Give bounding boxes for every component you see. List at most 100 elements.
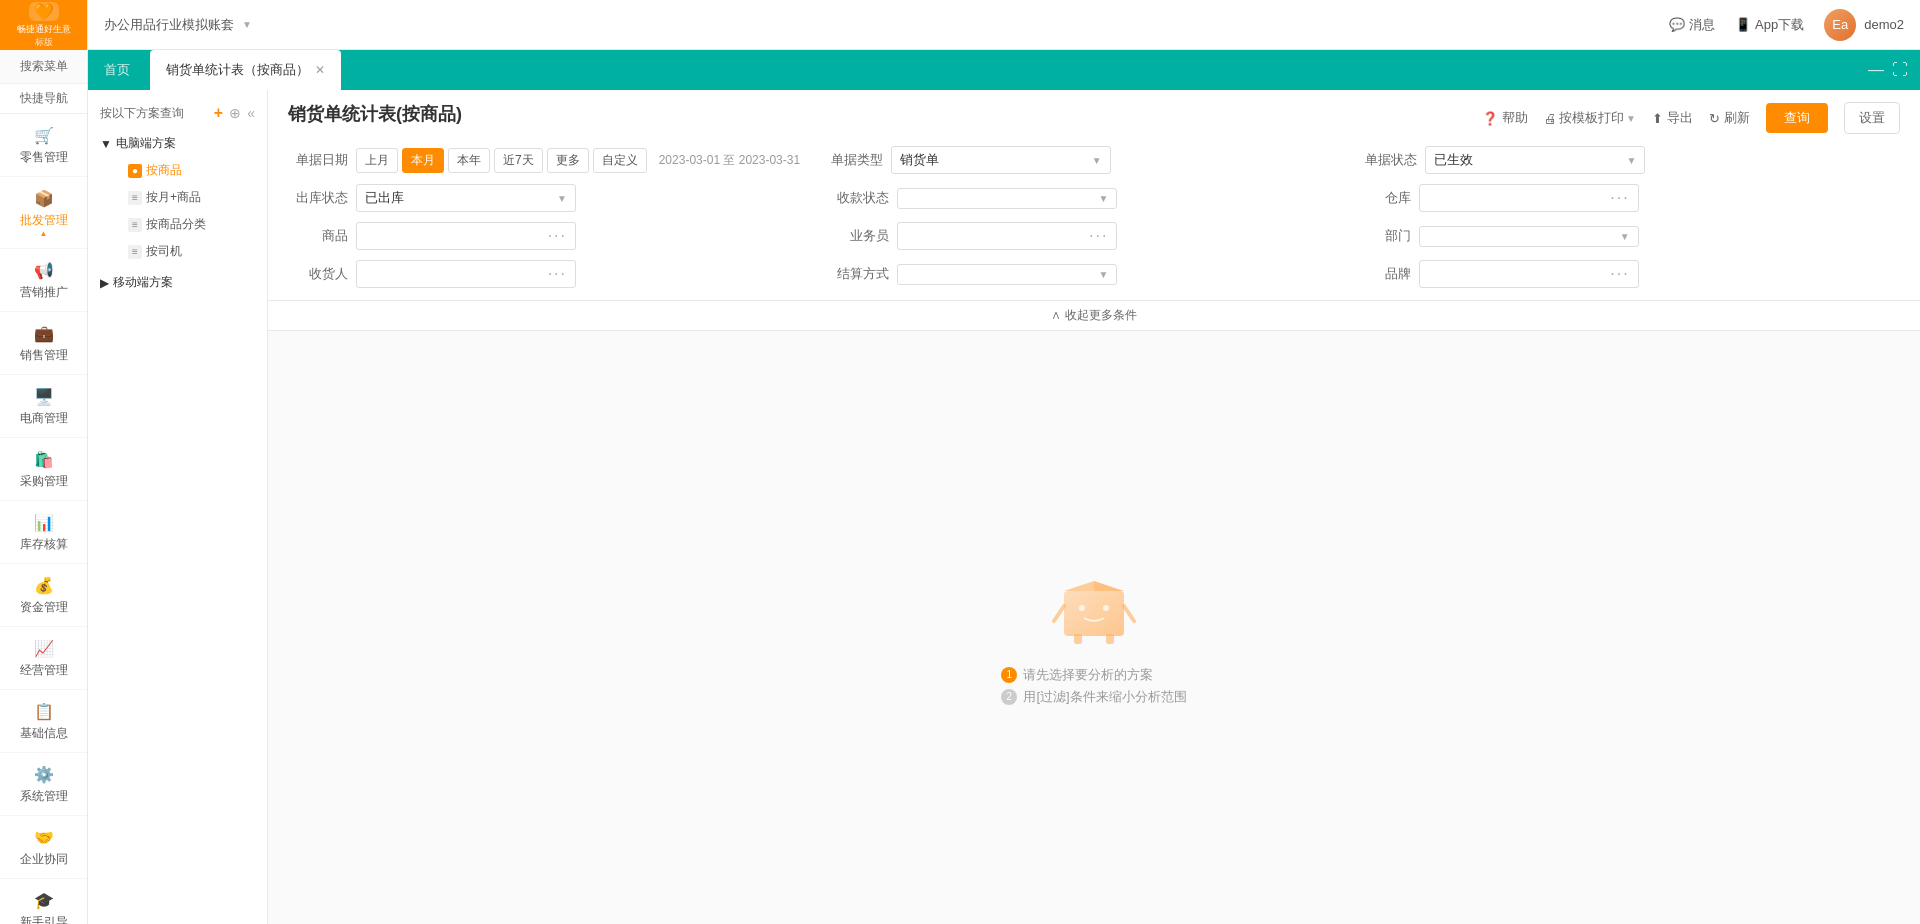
- enterprise-label: 企业协同: [20, 851, 68, 868]
- app-download-btn[interactable]: 📱 App下载: [1735, 16, 1804, 34]
- refresh-label: 刷新: [1724, 109, 1750, 127]
- product-dots-icon[interactable]: ···: [548, 227, 567, 245]
- collapse-panel-btn[interactable]: «: [247, 105, 255, 121]
- salesperson-dots-icon[interactable]: ···: [1089, 227, 1108, 245]
- warehouse-status-label: 出库状态: [288, 189, 356, 207]
- sidebar-item-newbie[interactable]: 🎓 新手引导: [0, 879, 87, 924]
- doc-status-arrow-icon: ▼: [1626, 155, 1636, 166]
- avatar: Ea: [1824, 9, 1856, 41]
- export-btn[interactable]: ⬆ 导出: [1652, 109, 1693, 127]
- by-cashier-label: 按司机: [146, 243, 182, 260]
- tree-child-by-category[interactable]: ≡ 按商品分类: [100, 211, 267, 238]
- tree-pc-parent[interactable]: ▼ 电脑端方案: [88, 130, 267, 157]
- help-btn[interactable]: ❓ 帮助: [1482, 109, 1528, 127]
- inventory-label: 库存核算: [20, 536, 68, 553]
- date-btn-more[interactable]: 更多: [547, 148, 589, 173]
- date-btn-7days[interactable]: 近7天: [494, 148, 543, 173]
- doc-type-label: 单据类型: [831, 151, 891, 169]
- sidebar-item-retail[interactable]: 🛒 零售管理: [0, 114, 87, 177]
- sidebar-item-wholesale[interactable]: 📦 批发管理 ▲: [0, 177, 87, 249]
- product-input[interactable]: ···: [356, 222, 576, 250]
- tab-maximize-icon[interactable]: ⛶: [1892, 61, 1908, 79]
- sidebar-quick-nav[interactable]: 快捷导航: [0, 84, 87, 114]
- add-scheme-btn[interactable]: +: [214, 104, 223, 122]
- export-icon: ⬆: [1652, 111, 1663, 126]
- tree-child-by-cashier[interactable]: ≡ 按司机: [100, 238, 267, 265]
- tab-home[interactable]: 首页: [88, 50, 146, 90]
- message-btn[interactable]: 💬 消息: [1669, 16, 1715, 34]
- template-print-arrow[interactable]: ▼: [1626, 113, 1636, 124]
- page-header-wrapper: 销货单统计表(按商品) ❓ 帮助 🖨 按模板打印 ▼ ⬆ 导出: [268, 90, 1920, 134]
- dept-arrow-icon: ▼: [1620, 231, 1630, 242]
- enterprise-icon: 🤝: [33, 826, 55, 848]
- warehouse-dots-icon[interactable]: ···: [1610, 189, 1629, 207]
- date-btn-this-month[interactable]: 本月: [402, 148, 444, 173]
- doc-status-value: 已生效: [1434, 151, 1622, 169]
- sidebar-item-sales[interactable]: 💼 销售管理: [0, 312, 87, 375]
- sidebar-item-enterprise[interactable]: 🤝 企业协同: [0, 816, 87, 879]
- salesperson-input[interactable]: ···: [897, 222, 1117, 250]
- sidebar-item-system[interactable]: ⚙️ 系统管理: [0, 753, 87, 816]
- main-area: 办公用品行业模拟账套 ▼ 💬 消息 📱 App下载 Ea demo2 首页: [88, 0, 1920, 924]
- product-label: 商品: [288, 227, 356, 245]
- date-range-display: 2023-03-01 至 2023-03-31: [659, 152, 800, 169]
- sidebar-item-operation[interactable]: 📈 经营管理: [0, 627, 87, 690]
- tab-close-icon[interactable]: ✕: [315, 63, 325, 77]
- template-print-btn[interactable]: 🖨 按模板打印 ▼: [1544, 109, 1636, 127]
- tree-mobile-parent[interactable]: ▶ 移动端方案: [88, 269, 267, 296]
- inventory-icon: 📊: [33, 511, 55, 533]
- query-button[interactable]: 查询: [1766, 103, 1828, 133]
- doc-status-label: 单据状态: [1365, 151, 1425, 169]
- retail-icon: 🛒: [33, 124, 55, 146]
- sidebar-item-ecommerce[interactable]: 🖥️ 电商管理: [0, 375, 87, 438]
- marketing-label: 营销推广: [20, 284, 68, 301]
- template-print-label: 按模板打印: [1559, 109, 1624, 127]
- date-filter-control: 上月 本月 本年 近7天 更多 自定义 2023-03-01 至 2023-03…: [356, 148, 831, 173]
- brand-input[interactable]: ···: [1419, 260, 1639, 288]
- sidebar-item-basic[interactable]: 📋 基础信息: [0, 690, 87, 753]
- newbie-label: 新手引导: [20, 914, 68, 924]
- warehouse-input[interactable]: ···: [1419, 184, 1639, 212]
- retail-label: 零售管理: [20, 149, 68, 166]
- date-btn-last-month[interactable]: 上月: [356, 148, 398, 173]
- settlement-label: 结算方式: [837, 265, 897, 283]
- tab-report[interactable]: 销货单统计表（按商品） ✕: [150, 50, 341, 90]
- brand-dots-icon[interactable]: ···: [1610, 265, 1629, 283]
- sales-label: 销售管理: [20, 347, 68, 364]
- doc-status-select[interactable]: 已生效 ▼: [1425, 146, 1645, 174]
- warehouse-status-select[interactable]: 已出库 ▼: [356, 184, 576, 212]
- refresh-btn[interactable]: ↻ 刷新: [1709, 109, 1750, 127]
- sidebar-item-purchase[interactable]: 🛍️ 采购管理: [0, 438, 87, 501]
- date-btn-this-year[interactable]: 本年: [448, 148, 490, 173]
- sidebar-item-finance[interactable]: 💰 资金管理: [0, 564, 87, 627]
- date-label: 单据日期: [288, 151, 356, 169]
- sidebar-item-inventory[interactable]: 📊 库存核算: [0, 501, 87, 564]
- user-name: demo2: [1864, 17, 1904, 32]
- date-btn-custom[interactable]: 自定义: [593, 148, 647, 173]
- edit-scheme-btn[interactable]: ⊕: [229, 105, 241, 121]
- doc-type-select[interactable]: 销货单 ▼: [891, 146, 1111, 174]
- tree-child-by-month-product[interactable]: ≡ 按月+商品: [100, 184, 267, 211]
- tree-child-by-product[interactable]: ● 按商品: [100, 157, 267, 184]
- collapse-bar[interactable]: ∧ 收起更多条件: [268, 301, 1920, 331]
- receipt-status-select[interactable]: ▼: [897, 188, 1117, 209]
- settlement-select[interactable]: ▼: [897, 264, 1117, 285]
- recipient-dots-icon[interactable]: ···: [548, 265, 567, 283]
- tree-pc-label: 电脑端方案: [116, 135, 176, 152]
- user-menu[interactable]: Ea demo2: [1824, 9, 1904, 41]
- dept-select[interactable]: ▼: [1419, 226, 1639, 247]
- sidebar-search-label[interactable]: 搜索菜单: [0, 50, 87, 84]
- empty-state: 1 请先选择要分析的方案 2 用[过滤]条件来缩小分析范围: [268, 331, 1920, 924]
- settings-button[interactable]: 设置: [1844, 102, 1900, 134]
- tab-minimize-icon[interactable]: —: [1868, 61, 1884, 79]
- sidebar-logo: 🧡 畅捷通好生意 标版: [0, 0, 87, 50]
- app-name: 畅捷通好生意: [17, 23, 71, 36]
- sidebar: 🧡 畅捷通好生意 标版 搜索菜单 快捷导航 🛒 零售管理 📦 批发管理 ▲ 📢 …: [0, 0, 88, 924]
- sidebar-item-marketing[interactable]: 📢 营销推广: [0, 249, 87, 312]
- by-product-label: 按商品: [146, 162, 182, 179]
- workspace-dropdown-icon[interactable]: ▼: [242, 19, 252, 30]
- empty-tip-1: 请先选择要分析的方案: [1023, 666, 1153, 684]
- filter-area: 单据日期 上月 本月 本年 近7天 更多 自定义 2023-03-01 至 20…: [268, 134, 1920, 301]
- recipient-input[interactable]: ···: [356, 260, 576, 288]
- finance-label: 资金管理: [20, 599, 68, 616]
